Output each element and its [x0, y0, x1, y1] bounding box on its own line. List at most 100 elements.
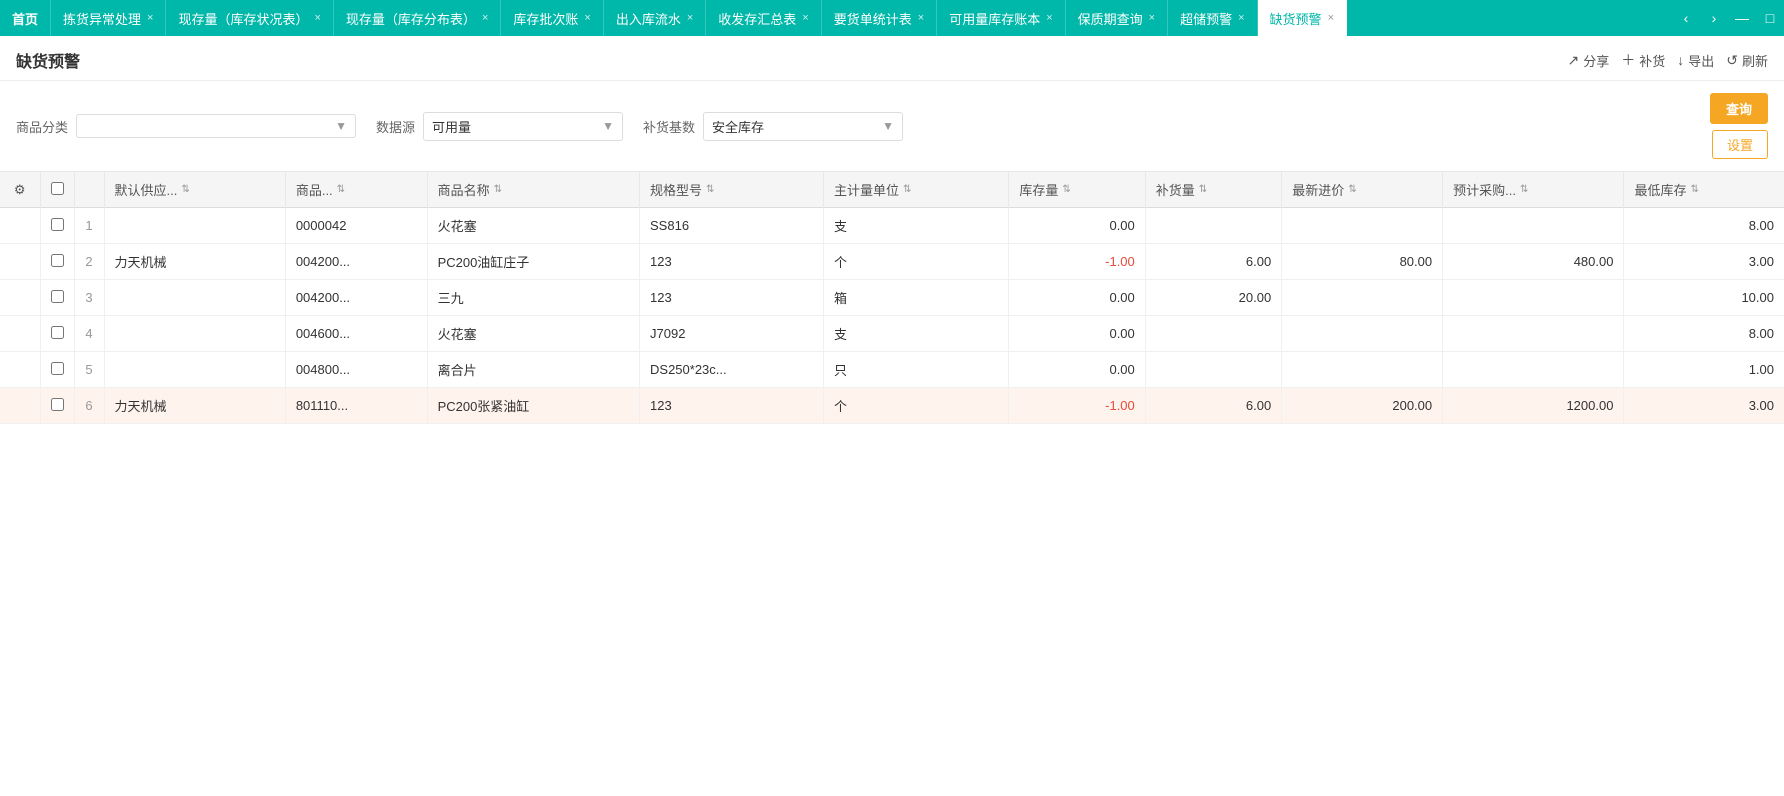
nav-close-receive[interactable]: × [802, 12, 808, 24]
th-spec-label: 规格型号 [650, 180, 702, 199]
datasource-select-value: 可用量 [432, 117, 594, 136]
nav-close-stock-dist[interactable]: × [482, 12, 488, 24]
nav-close-stock-status[interactable]: × [314, 12, 320, 24]
page-title: 缺货预警 [16, 48, 80, 72]
nav-close-abnormal[interactable]: × [147, 12, 153, 24]
row-spec-5: 123 [640, 388, 824, 424]
nav-maximize[interactable]: □ [1756, 0, 1784, 36]
th-min-stock-label: 最低库存 [1634, 180, 1686, 199]
th-unit[interactable]: 主计量单位⇅ [823, 172, 1008, 208]
row-checkbox-5[interactable] [51, 398, 64, 411]
row-name-2: 三九 [427, 280, 639, 316]
th-replenish[interactable]: 补货量⇅ [1145, 172, 1281, 208]
refresh-button[interactable]: ↺刷新 [1726, 51, 1768, 70]
th-num [74, 172, 104, 208]
row-unit-2: 箱 [823, 280, 1008, 316]
datasource-label: 数据源 [376, 117, 415, 136]
nav-close-requisition[interactable]: × [918, 12, 924, 24]
nav-item-shortage[interactable]: 缺货预警× [1258, 0, 1347, 36]
supplier-sort-icon: ⇅ [181, 184, 189, 195]
nav-item-receive[interactable]: 收发存汇总表× [706, 0, 821, 36]
datasource-select[interactable]: 可用量 ▼ [423, 112, 623, 141]
th-stock-label: 库存量 [1019, 180, 1058, 199]
code-sort-icon: ⇅ [337, 184, 345, 195]
row-min-stock-1: 3.00 [1624, 244, 1784, 280]
nav-item-label-batch: 库存批次账 [513, 9, 578, 28]
header-actions: ↗分享 ＋补货 ↓导出 ↺刷新 [1567, 50, 1768, 70]
nav-item-requisition[interactable]: 要货单统计表× [822, 0, 937, 36]
nav-item-abnormal[interactable]: 拣货异常处理× [51, 0, 166, 36]
nav-item-stock-dist[interactable]: 现存量（库存分布表）× [334, 0, 501, 36]
nav-item-available[interactable]: 可用量库存账本 × [937, 0, 1065, 36]
th-name[interactable]: 商品名称⇅ [427, 172, 639, 208]
nav-close-batch[interactable]: × [584, 12, 590, 24]
row-code-5: 801110... [285, 388, 427, 424]
table-row: 3004200...三九123箱0.0020.0010.00 [0, 280, 1784, 316]
nav-item-label-available: 可用量库存账本 [949, 9, 1040, 28]
nav-item-batch[interactable]: 库存批次账 × [501, 0, 603, 36]
row-latest-price-0 [1282, 208, 1443, 244]
replenish-sort-icon: ⇅ [1199, 184, 1207, 195]
th-latest-price[interactable]: 最新进价⇅ [1282, 172, 1443, 208]
row-supplier-2 [104, 280, 285, 316]
nav-right-arrow[interactable]: › [1700, 0, 1728, 36]
row-replenish-3 [1145, 316, 1281, 352]
row-replenish-5: 6.00 [1145, 388, 1281, 424]
th-min-stock[interactable]: 最低库存⇅ [1624, 172, 1784, 208]
th-code[interactable]: 商品...⇅ [285, 172, 427, 208]
datasource-dropdown-icon: ▼ [602, 119, 614, 133]
row-checkbox-0[interactable] [51, 218, 64, 231]
row-checkbox-3[interactable] [51, 326, 64, 339]
nav-close-expiry[interactable]: × [1149, 12, 1155, 24]
export-button[interactable]: ↓导出 [1677, 51, 1714, 70]
query-button[interactable]: 查询 [1710, 93, 1768, 124]
row-est-purchase-4 [1443, 352, 1624, 388]
export-label: 导出 [1688, 51, 1714, 70]
row-est-purchase-5: 1200.00 [1443, 388, 1624, 424]
row-code-1: 004200... [285, 244, 427, 280]
nav-item-home[interactable]: 首页 [0, 0, 51, 36]
replenish-base-select[interactable]: 安全库存 ▼ [703, 112, 903, 141]
row-min-stock-4: 1.00 [1624, 352, 1784, 388]
row-gear-cell-5 [0, 388, 40, 424]
nav-close-overstock[interactable]: × [1238, 12, 1244, 24]
setting-button[interactable]: 设置 [1712, 130, 1768, 159]
nav-item-inout[interactable]: 出入库流水× [604, 0, 706, 36]
row-num-4: 5 [74, 352, 104, 388]
th-supplier[interactable]: 默认供应...⇅ [104, 172, 285, 208]
nav-item-expiry[interactable]: 保质期查询× [1066, 0, 1168, 36]
nav-close-shortage[interactable]: × [1328, 12, 1334, 24]
row-latest-price-5: 200.00 [1282, 388, 1443, 424]
filter-right-actions: 查询 设置 [1710, 93, 1768, 159]
row-replenish-2: 20.00 [1145, 280, 1281, 316]
nav-item-stock-status[interactable]: 现存量（库存状况表）× [166, 0, 333, 36]
row-checkbox-4[interactable] [51, 362, 64, 375]
row-checkbox-2[interactable] [51, 290, 64, 303]
page-header: 缺货预警 ↗分享 ＋补货 ↓导出 ↺刷新 [0, 36, 1784, 81]
row-checkbox-1[interactable] [51, 254, 64, 267]
th-est-purchase[interactable]: 预计采购...⇅ [1443, 172, 1624, 208]
row-name-1: PC200油缸庄子 [427, 244, 639, 280]
category-select[interactable]: ▼ [76, 114, 356, 138]
nav-item-overstock[interactable]: 超储预警× [1168, 0, 1257, 36]
nav-minimize[interactable]: — [1728, 0, 1756, 36]
row-gear-cell-4 [0, 352, 40, 388]
th-gear[interactable]: ⚙ [0, 172, 40, 208]
th-spec[interactable]: 规格型号⇅ [640, 172, 824, 208]
nav-left-arrow[interactable]: ‹ [1672, 0, 1700, 36]
row-latest-price-4 [1282, 352, 1443, 388]
refresh-icon: ↺ [1726, 52, 1738, 69]
th-stock[interactable]: 库存量⇅ [1009, 172, 1145, 208]
replenish-button[interactable]: ＋补货 [1621, 50, 1665, 70]
nav-close-available[interactable]: × [1046, 12, 1052, 24]
row-min-stock-0: 8.00 [1624, 208, 1784, 244]
export-icon: ↓ [1677, 52, 1684, 68]
table-container: ⚙ 默认供应...⇅ 商品...⇅ 商品名称⇅ [0, 171, 1784, 424]
share-button[interactable]: ↗分享 [1567, 51, 1609, 70]
select-all-checkbox[interactable] [51, 182, 64, 195]
row-checkbox-cell-2 [40, 280, 74, 316]
row-name-5: PC200张紧油缸 [427, 388, 639, 424]
row-checkbox-cell-5 [40, 388, 74, 424]
table-body: 10000042火花塞SS816支0.008.002力天机械004200...P… [0, 208, 1784, 424]
nav-close-inout[interactable]: × [687, 12, 693, 24]
